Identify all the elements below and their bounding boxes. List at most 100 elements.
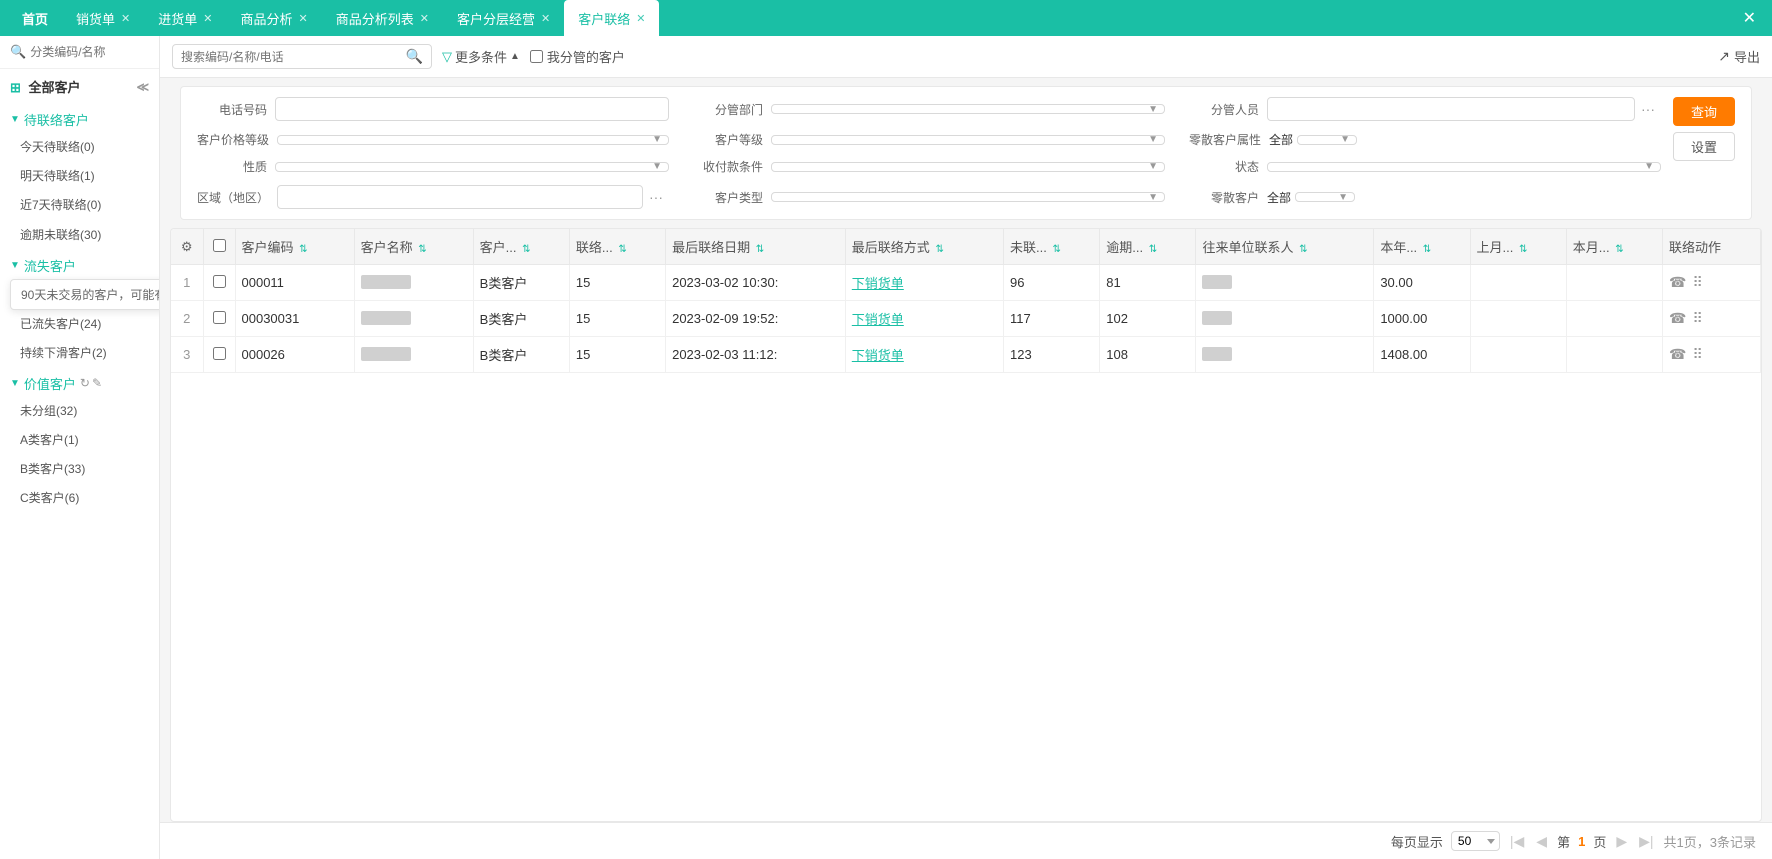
sidebar-item-class-c[interactable]: C类客户(6): [0, 484, 159, 513]
filter-nature-select[interactable]: ▼: [275, 162, 669, 172]
sidebar-group-value[interactable]: ▼ 价值客户 ↻ ✎: [0, 368, 159, 397]
value-arrow: ▼: [10, 378, 20, 389]
action-contact-icon-1[interactable]: ☎: [1669, 274, 1686, 291]
filter-person-input[interactable]: [1267, 97, 1635, 121]
th-overdue-sort[interactable]: ⇅: [1149, 244, 1157, 255]
action-contact-icon-2[interactable]: ☎: [1669, 310, 1686, 327]
table-checkbox-col: [203, 229, 235, 265]
collapse-icon[interactable]: ≪: [136, 80, 149, 94]
action-contact-icon-3[interactable]: ☎: [1669, 346, 1686, 363]
filter-dept-select[interactable]: ▼: [771, 104, 1165, 114]
query-button[interactable]: 查询: [1673, 97, 1735, 126]
sidebar-item-already-lost[interactable]: 已流失客户(24): [0, 310, 159, 339]
sidebar-item-class-a[interactable]: A类客户(1): [0, 426, 159, 455]
value-edit-icon[interactable]: ✎: [92, 376, 102, 390]
sidebar-item-tomorrow-pending[interactable]: 明天待联络(1): [0, 162, 159, 191]
export-btn[interactable]: ↗ 导出: [1718, 47, 1760, 66]
last-page-btn[interactable]: ▶|: [1637, 833, 1655, 850]
filter-customer-level-select[interactable]: ▼: [771, 135, 1165, 145]
td-last-method-link-2[interactable]: 下销货单: [852, 312, 904, 327]
my-customer-checkbox[interactable]: [530, 50, 543, 63]
th-this-year-sort[interactable]: ⇅: [1423, 244, 1431, 255]
filter-status-select[interactable]: ▼: [1267, 162, 1661, 172]
th-not-contacted-sort[interactable]: ⇅: [1053, 244, 1061, 255]
tab-analysis[interactable]: 商品分析 ✕: [226, 0, 321, 36]
search-button-icon[interactable]: 🔍: [406, 48, 423, 65]
filter-region-dots[interactable]: ···: [643, 189, 669, 205]
tab-sales-close[interactable]: ✕: [121, 12, 130, 25]
tab-customer-segment-close[interactable]: ✕: [541, 12, 550, 25]
filter-person-dots[interactable]: ···: [1635, 101, 1661, 117]
tab-analysis-close[interactable]: ✕: [299, 12, 308, 25]
sidebar-item-overdue-pending[interactable]: 逾期未联络(30): [0, 221, 159, 250]
sidebar-item-7day-pending[interactable]: 近7天待联络(0): [0, 191, 159, 220]
filter-price-level-select[interactable]: ▼: [277, 135, 669, 145]
td-level-1: B类客户: [473, 265, 569, 301]
row-checkbox-3[interactable]: [213, 347, 226, 360]
funnel-icon: ▽: [442, 49, 452, 65]
th-code-sort[interactable]: ⇅: [299, 244, 307, 255]
filter-zero-customer-select[interactable]: ▼: [1295, 192, 1355, 202]
th-last-month-label: 上月...: [1477, 240, 1514, 255]
td-last-method-link-3[interactable]: 下销货单: [852, 348, 904, 363]
filter-nature: 性质 ▼: [197, 158, 669, 175]
value-refresh-icon[interactable]: ↻: [80, 376, 90, 390]
th-last-contact-method-sort[interactable]: ⇅: [935, 244, 943, 255]
per-page-select[interactable]: 50 20 100: [1451, 831, 1500, 851]
th-name-sort[interactable]: ⇅: [418, 244, 426, 255]
filter-price-level-label: 客户价格等级: [197, 131, 269, 148]
next-page-btn[interactable]: ▶: [1614, 833, 1629, 850]
more-filters-btn[interactable]: ▽ 更多条件 ▲: [442, 47, 520, 66]
my-customer-checkbox-wrap[interactable]: 我分管的客户: [530, 47, 625, 66]
filter-payment-select[interactable]: ▼: [771, 162, 1165, 172]
td-last-method-link-1[interactable]: 下销货单: [852, 276, 904, 291]
tab-analysis-list[interactable]: 商品分析列表 ✕: [322, 0, 443, 36]
th-last-contact-date-sort[interactable]: ⇅: [756, 244, 764, 255]
th-company-contact-sort[interactable]: ⇅: [1299, 244, 1307, 255]
td-this-month-2: [1566, 301, 1662, 337]
sidebar-group-lost[interactable]: ▼ 流失客户 90天未交易的客户，可能有流失风险。: [0, 250, 159, 279]
sidebar-item-class-b[interactable]: B类客户(33): [0, 455, 159, 484]
row-checkbox-2[interactable]: [213, 311, 226, 324]
sidebar-all-customers[interactable]: ⊞ 全部客户 ≪: [0, 69, 159, 104]
tab-customer-link[interactable]: 客户联络 ✕: [564, 0, 659, 36]
th-this-month-sort[interactable]: ⇅: [1615, 244, 1623, 255]
filter-phone-input[interactable]: [275, 97, 669, 121]
action-more-icon-2[interactable]: ⠿: [1692, 310, 1702, 327]
tab-purchase-close[interactable]: ✕: [203, 12, 212, 25]
select-all-checkbox[interactable]: [213, 239, 226, 252]
blurred-cc-2: [1202, 311, 1232, 325]
tab-home[interactable]: 首页: [8, 0, 62, 36]
sidebar-item-declining[interactable]: 持续下滑客户(2): [0, 339, 159, 368]
th-contact: 联络... ⇅: [569, 229, 665, 265]
td-this-year-3: 1408.00: [1374, 337, 1470, 373]
window-close-button[interactable]: ✕: [1735, 8, 1764, 28]
prev-page-btn[interactable]: ◀: [1534, 833, 1549, 850]
sidebar-item-today-pending[interactable]: 今天待联络(0): [0, 133, 159, 162]
th-overdue: 逾期... ⇅: [1100, 229, 1196, 265]
sidebar-item-ungrouped[interactable]: 未分组(32): [0, 397, 159, 426]
action-more-icon-3[interactable]: ⠿: [1692, 346, 1702, 363]
lost-group-label: 流失客户: [24, 256, 76, 275]
tab-sales[interactable]: 销货单 ✕: [62, 0, 144, 36]
action-more-icon-1[interactable]: ⠿: [1692, 274, 1702, 291]
tab-customer-segment[interactable]: 客户分层经营 ✕: [443, 0, 564, 36]
row-checkbox-1[interactable]: [213, 275, 226, 288]
price-level-arrow-icon: ▼: [652, 134, 662, 145]
filter-region-input[interactable]: [277, 185, 643, 209]
th-level-sort[interactable]: ⇅: [522, 244, 530, 255]
filter-zero-attr-select[interactable]: ▼: [1297, 135, 1357, 145]
td-level-2: B类客户: [473, 301, 569, 337]
th-last-month-sort[interactable]: ⇅: [1519, 244, 1527, 255]
tab-purchase[interactable]: 进货单 ✕: [144, 0, 226, 36]
th-contact-sort[interactable]: ⇅: [618, 244, 626, 255]
filter-customer-type-select[interactable]: ▼: [771, 192, 1165, 202]
settings-button[interactable]: 设置: [1673, 132, 1735, 161]
tab-analysis-list-close[interactable]: ✕: [420, 12, 429, 25]
table-settings-col[interactable]: ⚙: [171, 229, 203, 265]
sidebar-group-pending[interactable]: ▼ 待联络客户: [0, 104, 159, 133]
first-page-btn[interactable]: |◀: [1508, 833, 1526, 850]
search-input[interactable]: [181, 50, 402, 64]
sidebar-search-input[interactable]: [30, 45, 149, 59]
tab-customer-link-close[interactable]: ✕: [636, 12, 645, 25]
